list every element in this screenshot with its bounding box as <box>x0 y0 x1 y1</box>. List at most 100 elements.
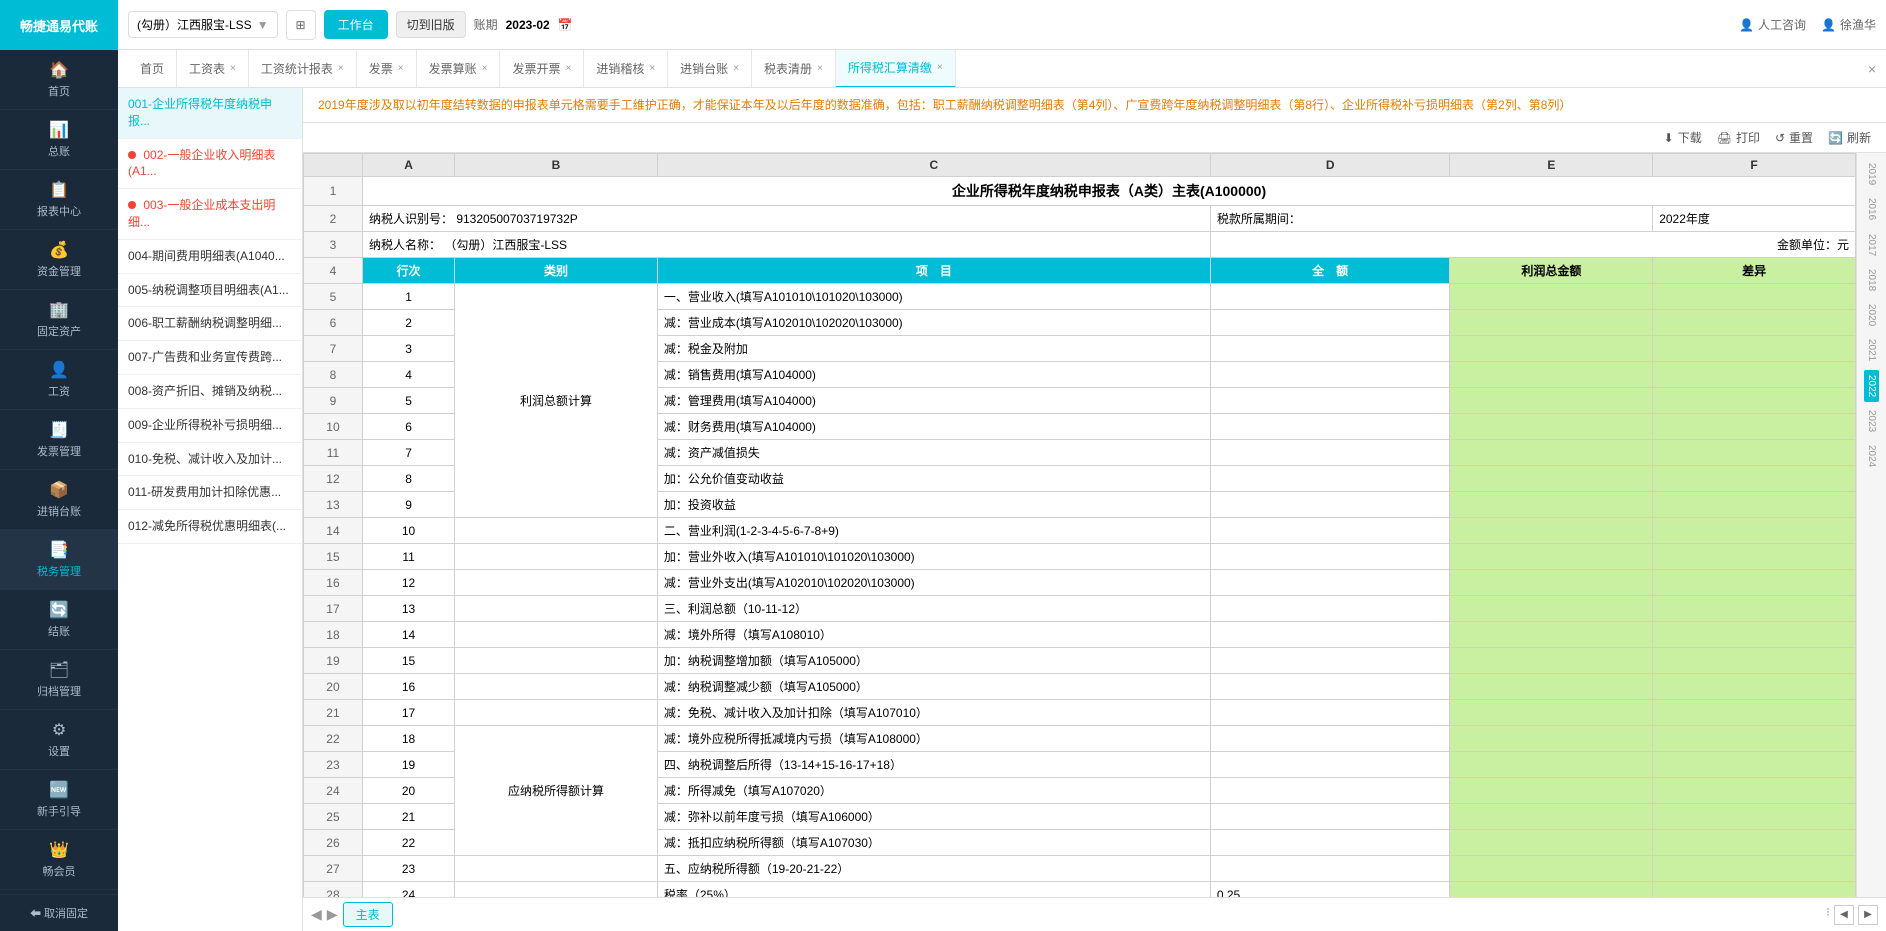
tab-ledger[interactable]: 进销台账 × <box>668 50 752 88</box>
table-row: 27 23 五、应纳税所得额（19-20-21-22） <box>304 856 1856 882</box>
refresh-button[interactable]: 🔄 刷新 <box>1828 129 1871 146</box>
report-list-item-006[interactable]: 006-职工薪酬纳税调整明细... <box>118 307 302 341</box>
report-list-item-009[interactable]: 009-企业所得税补亏损明细... <box>118 409 302 443</box>
sidebar-item-purchase-sales[interactable]: 📦 进销台账 <box>0 470 118 530</box>
tab-income-tax-label: 所得税汇算清缴 <box>848 59 932 76</box>
report-list-item-004[interactable]: 004-期间费用明细表(A1040... <box>118 240 302 274</box>
sidebar-item-assets[interactable]: 🏢 固定资产 <box>0 290 118 350</box>
report-list-item-008[interactable]: 008-资产折旧、摊销及纳税... <box>118 375 302 409</box>
company-settings-button[interactable]: ⊞ <box>286 10 316 40</box>
topbar: (勾册）江西服宝-LSS ▼ ⊞ 工作台 切到旧版 账期 2023-02 📅 👤… <box>118 0 1886 50</box>
timeline-2018[interactable]: 2018 <box>1864 264 1879 296</box>
tab-income-tax[interactable]: 所得税汇算清缴 × <box>836 50 956 88</box>
tab-invoice[interactable]: 发票 × <box>357 50 417 88</box>
reset-button[interactable]: ↺ 重置 <box>1775 129 1813 146</box>
purchase-sales-icon: 📦 <box>49 480 69 500</box>
customer-service-button[interactable]: 👤 人工咨询 <box>1739 16 1806 33</box>
scroll-left-button[interactable]: ◀ <box>1834 905 1854 925</box>
refresh-icon: 🔄 <box>1828 131 1843 145</box>
report-list-item-007[interactable]: 007-广告费和业务宣传费跨... <box>118 341 302 375</box>
timeline-2017[interactable]: 2017 <box>1864 229 1879 261</box>
sidebar-item-home[interactable]: 🏠 首页 <box>0 50 118 110</box>
tab-invoice-calc-close[interactable]: × <box>482 63 488 74</box>
company-selector[interactable]: (勾册）江西服宝-LSS ▼ <box>128 11 278 38</box>
sidebar-item-reports[interactable]: 📋 报表中心 <box>0 170 118 230</box>
sidebar-item-guide[interactable]: 🆕 新手引导 <box>0 770 118 830</box>
avatar: 👤 <box>1821 18 1836 32</box>
tab-check-close[interactable]: × <box>649 63 655 74</box>
scroll-right-button[interactable]: ▶ <box>1858 905 1878 925</box>
sidebar-item-archive[interactable]: 🗂 归档管理 <box>0 650 118 710</box>
report-list-item-012[interactable]: 012-减免所得税优惠明细表(... <box>118 510 302 544</box>
taxpayer-id-cell: 纳税人识别号： 91320500703719732P <box>362 206 1210 232</box>
report-list-item-002[interactable]: 002-一般企业收入明细表(A1... <box>118 139 302 190</box>
tab-payroll-stats-label: 工资统计报表 <box>261 60 333 77</box>
tab-invoice-issue[interactable]: 发票开票 × <box>500 50 584 88</box>
tab-ledger-close[interactable]: × <box>733 63 739 74</box>
table-title-row: 1 企业所得税年度纳税申报表（A类）主表(A100000) <box>304 177 1856 206</box>
taxpayer-id-value: 91320500703719732P <box>456 212 577 226</box>
invoice-icon: 🧾 <box>49 420 69 440</box>
tab-check[interactable]: 进销稽核 × <box>584 50 668 88</box>
sheet-nav-prev[interactable]: ◀ <box>311 906 322 923</box>
tab-invoice-calc-label: 发票算账 <box>429 60 477 77</box>
report-007-label: 007-广告费和业务宣传费跨... <box>128 350 282 364</box>
print-button[interactable]: 🖨 打印 <box>1717 129 1760 146</box>
sidebar-item-general-ledger[interactable]: 📊 总账 <box>0 110 118 170</box>
user-profile-button[interactable]: 👤 徐渔华 <box>1821 16 1876 33</box>
timeline-2021[interactable]: 2021 <box>1864 334 1879 366</box>
sheet-tabs-bar: ◀ ▶ 主表 ⁝ ◀ ▶ <box>303 897 1886 931</box>
assets-icon: 🏢 <box>49 300 69 320</box>
report-list-item-010[interactable]: 010-免税、减计收入及加计... <box>118 443 302 477</box>
sheet-tab-main[interactable]: 主表 <box>343 902 393 927</box>
tab-invoice-issue-close[interactable]: × <box>565 63 571 74</box>
nav-tabs-close-all[interactable]: × <box>1868 61 1876 77</box>
spreadsheet-wrapper[interactable]: A B C D E F 1 企业所 <box>303 153 1856 897</box>
tab-invoice-calc[interactable]: 发票算账 × <box>417 50 501 88</box>
download-button[interactable]: ⬇ 下载 <box>1664 129 1702 146</box>
finance-icon: 💰 <box>49 240 69 260</box>
tab-home-label: 首页 <box>140 60 164 77</box>
payroll-icon: 👤 <box>49 360 69 380</box>
tab-income-tax-close[interactable]: × <box>937 62 943 73</box>
topbar-right: 👤 人工咨询 👤 徐渔华 <box>1739 16 1876 33</box>
timeline-2019[interactable]: 2019 <box>1864 158 1879 190</box>
row-num-1: 1 <box>304 177 363 206</box>
calendar-icon[interactable]: 📅 <box>558 18 573 32</box>
report-list-item-011[interactable]: 011-研发费用加计扣除优惠... <box>118 476 302 510</box>
sidebar-item-invoice[interactable]: 🧾 发票管理 <box>0 410 118 470</box>
tab-tax-schedule[interactable]: 税表清册 × <box>752 50 836 88</box>
timeline-2024[interactable]: 2024 <box>1864 440 1879 472</box>
sidebar-item-payroll[interactable]: 👤 工资 <box>0 350 118 410</box>
report-list-item-005[interactable]: 005-纳税调整项目明细表(A1... <box>118 274 302 308</box>
sidebar-item-settings[interactable]: ⚙ 设置 <box>0 710 118 770</box>
report-001-label: 001-企业所得税年度纳税申报... <box>128 97 272 128</box>
tab-invoice-close[interactable]: × <box>398 63 404 74</box>
col-diff-header: 差异 <box>1653 258 1856 284</box>
tab-payroll-stats-close[interactable]: × <box>338 63 344 74</box>
report-toolbar: ⬇ 下载 🖨 打印 ↺ 重置 🔄 刷新 <box>303 123 1886 153</box>
report-list-item-003[interactable]: 003-一般企业成本支出明细... <box>118 189 302 240</box>
timeline-2020[interactable]: 2020 <box>1864 299 1879 331</box>
timeline-2023[interactable]: 2023 <box>1864 405 1879 437</box>
timeline-2016[interactable]: 2016 <box>1864 193 1879 225</box>
workbench-button[interactable]: 工作台 <box>324 10 388 39</box>
app-logo: 畅捷通易代账 <box>0 0 118 50</box>
error-dot-003 <box>128 201 136 209</box>
switch-version-button[interactable]: 切到旧版 <box>396 11 466 38</box>
sidebar-item-close[interactable]: 🔄 结账 <box>0 590 118 650</box>
report-list-item-001[interactable]: 001-企业所得税年度纳税申报... <box>118 88 302 139</box>
sheet-nav-next[interactable]: ▶ <box>327 906 338 923</box>
download-icon: ⬇ <box>1664 131 1674 145</box>
tab-payroll[interactable]: 工资表 × <box>177 50 249 88</box>
tab-tax-schedule-close[interactable]: × <box>817 63 823 74</box>
sidebar-item-tax[interactable]: 📑 税务管理 <box>0 530 118 590</box>
tab-payroll-close[interactable]: × <box>230 63 236 74</box>
tab-payroll-stats[interactable]: 工资统计报表 × <box>249 50 357 88</box>
sidebar-unpin-button[interactable]: ⬅ 取消固定 <box>0 894 118 931</box>
home-icon: 🏠 <box>49 60 69 80</box>
sidebar-item-finance[interactable]: 💰 资金管理 <box>0 230 118 290</box>
sidebar-item-member[interactable]: 👑 畅会员 <box>0 830 118 890</box>
timeline-2022[interactable]: 2022 <box>1864 370 1879 402</box>
tab-home[interactable]: 首页 <box>128 50 177 88</box>
